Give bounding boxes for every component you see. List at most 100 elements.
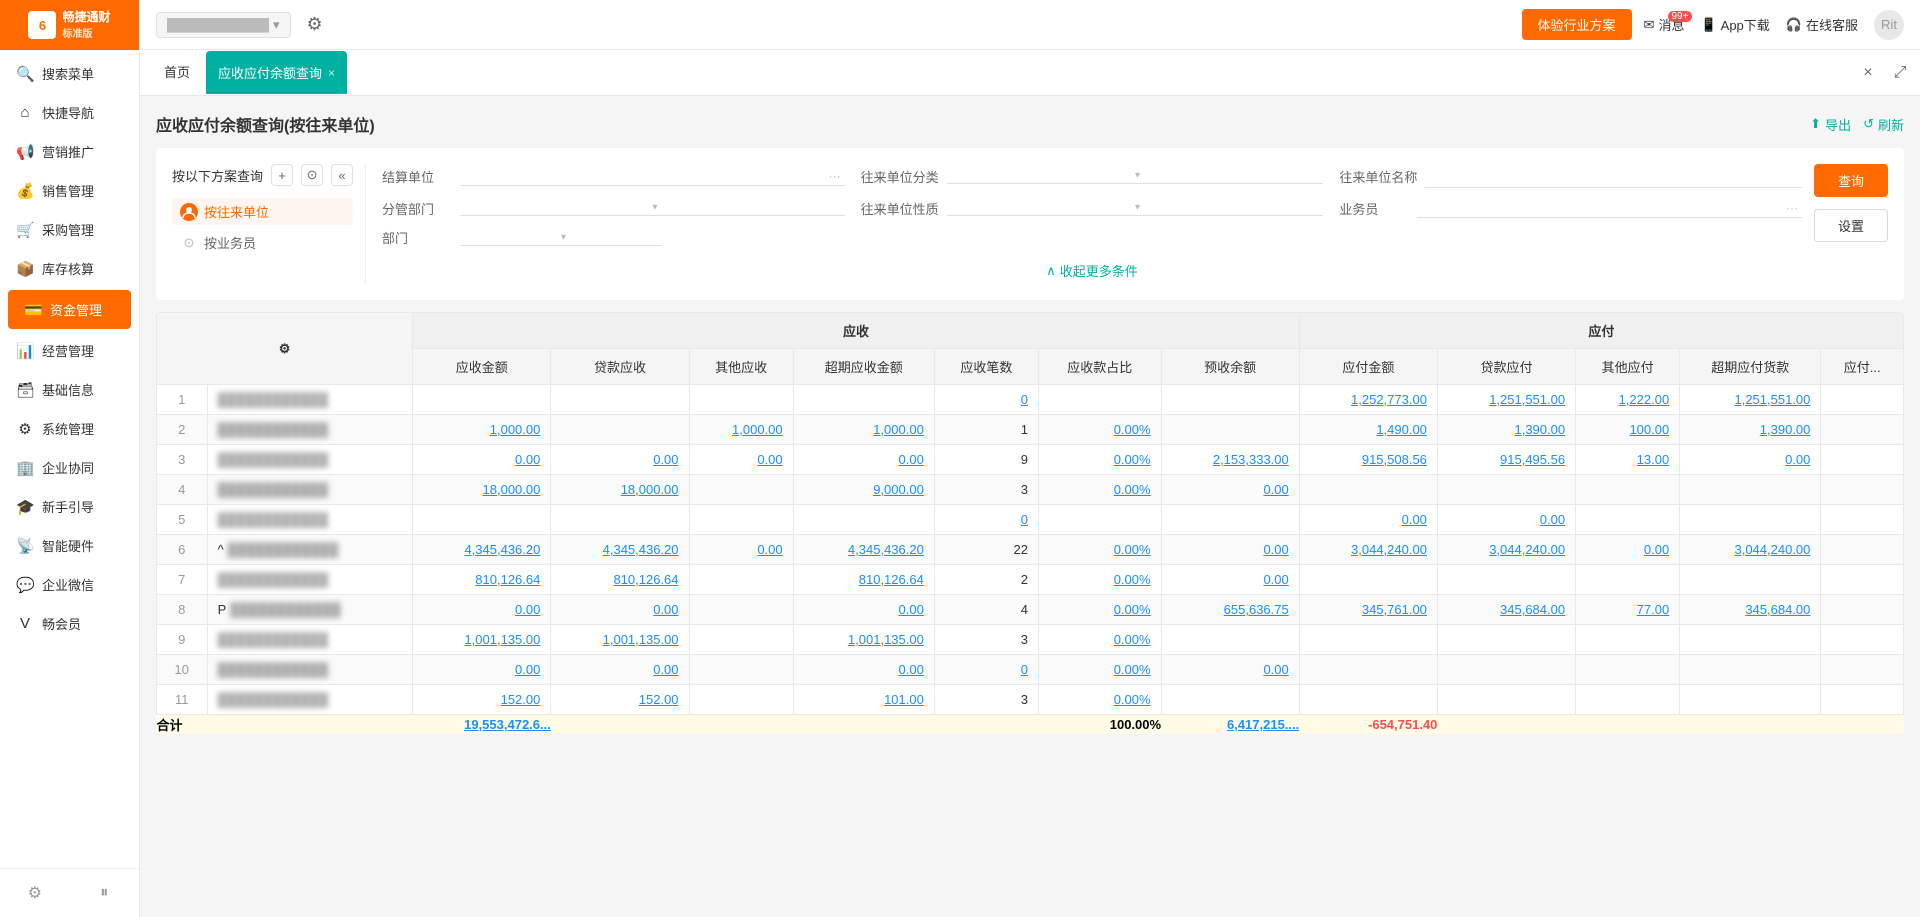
row-ap_amount[interactable]: 345,761.00 (1299, 595, 1437, 625)
row-ar_overdue[interactable]: 0.00 (793, 595, 934, 625)
row-ar_ratio[interactable]: 0.00% (1038, 535, 1161, 565)
salesman-text-input[interactable] (1421, 200, 1786, 215)
tab-expand-button[interactable]: ⤢ (1888, 61, 1912, 85)
tab-close-button[interactable]: × (1856, 61, 1880, 85)
row-ar_amount[interactable]: 810,126.64 (413, 565, 551, 595)
row-ap_amount[interactable]: 0.00 (1299, 505, 1437, 535)
sidebar-item-corp[interactable]: 🏢 企业协同 (0, 448, 139, 487)
row-ap_overdue[interactable]: 1,390.00 (1680, 415, 1821, 445)
row-ar_loan[interactable]: 18,000.00 (551, 475, 689, 505)
app-download-button[interactable]: 📱 App下载 (1700, 15, 1769, 34)
row-ap_other[interactable]: 1,222.00 (1576, 385, 1680, 415)
tab-close-icon[interactable]: × (328, 66, 335, 80)
sidebar-item-basic[interactable]: 🗃 基础信息 (0, 370, 139, 409)
partner-name-input[interactable] (1425, 164, 1802, 188)
row-ar_overdue[interactable]: 9,000.00 (793, 475, 934, 505)
row-ar_overdue[interactable]: 101.00 (793, 685, 934, 715)
row-ar_other[interactable]: 1,000.00 (689, 415, 793, 445)
row-ar_ratio[interactable]: 0.00% (1038, 625, 1161, 655)
row-ar_other[interactable]: 0.00 (689, 445, 793, 475)
total-ar-amount[interactable]: 19,553,472.6... (413, 715, 551, 735)
sidebar-item-wechat[interactable]: 💬 企业微信 (0, 565, 139, 604)
row-ar_count[interactable]: 0 (934, 655, 1038, 685)
service-button[interactable]: 🎧 在线客服 (1786, 15, 1858, 34)
row-ar_count[interactable]: 0 (934, 385, 1038, 415)
row-ap_amount[interactable]: 915,508.56 (1299, 445, 1437, 475)
tab-ar-balance[interactable]: 应收应付余额查询 × (206, 51, 347, 94)
settlement-input[interactable]: ··· (460, 166, 845, 186)
row-ap_loan[interactable]: 915,495.56 (1437, 445, 1575, 475)
user-avatar[interactable]: Rit (1874, 10, 1904, 40)
salesman-input[interactable]: ··· (1417, 198, 1802, 218)
row-ar_overdue[interactable]: 0.00 (793, 655, 934, 685)
sidebar-collapse-btn[interactable]: ⏸ (88, 877, 120, 909)
dept-select[interactable]: ▾ (460, 200, 845, 216)
row-ar_amount[interactable]: 18,000.00 (413, 475, 551, 505)
row-ar_ratio[interactable]: 0.00% (1038, 565, 1161, 595)
row-ar_ratio[interactable]: 0.00% (1038, 445, 1161, 475)
row-ar_overdue[interactable]: 810,126.64 (793, 565, 934, 595)
row-ar_amount[interactable]: 0.00 (413, 445, 551, 475)
row-ar_other[interactable]: 0.00 (689, 535, 793, 565)
row-ar_amount[interactable]: 152.00 (413, 685, 551, 715)
row-ar_loan[interactable]: 1,001,135.00 (551, 625, 689, 655)
sidebar-item-sales[interactable]: 💰 销售管理 (0, 171, 139, 210)
sidebar-item-marketing[interactable]: 📢 营销推广 (0, 132, 139, 171)
row-ar_ratio[interactable]: 0.00% (1038, 475, 1161, 505)
row-ap_overdue[interactable]: 1,251,551.00 (1680, 385, 1821, 415)
row-ap_overdue[interactable]: 0.00 (1680, 445, 1821, 475)
row-ar_amount[interactable]: 1,001,135.00 (413, 625, 551, 655)
row-ap_amount[interactable]: 3,044,240.00 (1299, 535, 1437, 565)
sidebar-item-member[interactable]: V 畅会员 (0, 604, 139, 643)
row-ar_advance[interactable]: 2,153,333.00 (1161, 445, 1299, 475)
table-settings-icon[interactable]: ⚙ (279, 341, 291, 357)
department-select[interactable]: ▾ (460, 230, 662, 246)
sidebar-item-operation[interactable]: 📊 经营管理 (0, 331, 139, 370)
row-ar_overdue[interactable]: 4,345,436.20 (793, 535, 934, 565)
row-ap_loan[interactable]: 1,390.00 (1437, 415, 1575, 445)
refresh-button[interactable]: ↺ 刷新 (1863, 115, 1904, 134)
row-ar_ratio[interactable]: 0.00% (1038, 655, 1161, 685)
row-ar_amount[interactable]: 0.00 (413, 655, 551, 685)
collapse-filter-btn[interactable]: ∧ 收起更多条件 (382, 257, 1802, 284)
row-ap_overdue[interactable]: 3,044,240.00 (1680, 535, 1821, 565)
row-ar_loan[interactable]: 0.00 (551, 595, 689, 625)
settlement-text-input[interactable] (464, 168, 829, 183)
row-ap_amount[interactable]: 1,252,773.00 (1299, 385, 1437, 415)
row-ar_ratio[interactable]: 0.00% (1038, 595, 1161, 625)
row-ar_overdue[interactable]: 1,001,135.00 (793, 625, 934, 655)
sidebar-item-newbie[interactable]: 🎓 新手引导 (0, 487, 139, 526)
row-ar_amount[interactable]: 1,000.00 (413, 415, 551, 445)
scheme-item-partner[interactable]: 按往来单位 (172, 198, 353, 225)
row-ar_overdue[interactable]: 0.00 (793, 445, 934, 475)
row-ar_advance[interactable]: 0.00 (1161, 475, 1299, 505)
partner-category-select[interactable]: ▾ (947, 168, 1324, 184)
tab-home[interactable]: 首页 (148, 50, 206, 95)
total-ar-advance[interactable]: 6,417,215.... (1161, 715, 1299, 735)
row-ap_amount[interactable]: 1,490.00 (1299, 415, 1437, 445)
settings-button[interactable]: 设置 (1814, 209, 1888, 242)
row-ar_count[interactable]: 0 (934, 505, 1038, 535)
trial-button[interactable]: 体验行业方案 (1522, 9, 1632, 40)
row-ar_advance[interactable]: 0.00 (1161, 565, 1299, 595)
row-ap_loan[interactable]: 0.00 (1437, 505, 1575, 535)
row-ar_loan[interactable]: 4,345,436.20 (551, 535, 689, 565)
row-ap_loan[interactable]: 1,251,551.00 (1437, 385, 1575, 415)
sidebar-item-inventory[interactable]: 📦 库存核算 (0, 249, 139, 288)
export-button[interactable]: ⬆ 导出 (1810, 115, 1851, 134)
row-ar_advance[interactable]: 655,636.75 (1161, 595, 1299, 625)
query-button[interactable]: 查询 (1814, 164, 1888, 197)
row-ap_overdue[interactable]: 345,684.00 (1680, 595, 1821, 625)
row-ap_other[interactable]: 13.00 (1576, 445, 1680, 475)
row-ar_overdue[interactable]: 1,000.00 (793, 415, 934, 445)
row-ar_ratio[interactable]: 0.00% (1038, 685, 1161, 715)
row-ap_loan[interactable]: 345,684.00 (1437, 595, 1575, 625)
messages-button[interactable]: ✉ 消息 99+ (1644, 15, 1685, 34)
row-ar_advance[interactable]: 0.00 (1161, 655, 1299, 685)
filter-collapse-left-btn[interactable]: « (331, 164, 353, 186)
row-ap_other[interactable]: 100.00 (1576, 415, 1680, 445)
scheme-item-salesman[interactable]: ⊙ 按业务员 (172, 229, 353, 256)
filter-add-btn[interactable]: + (271, 164, 293, 186)
row-ar_loan[interactable]: 0.00 (551, 655, 689, 685)
partner-nature-select[interactable]: ▾ (947, 200, 1324, 216)
